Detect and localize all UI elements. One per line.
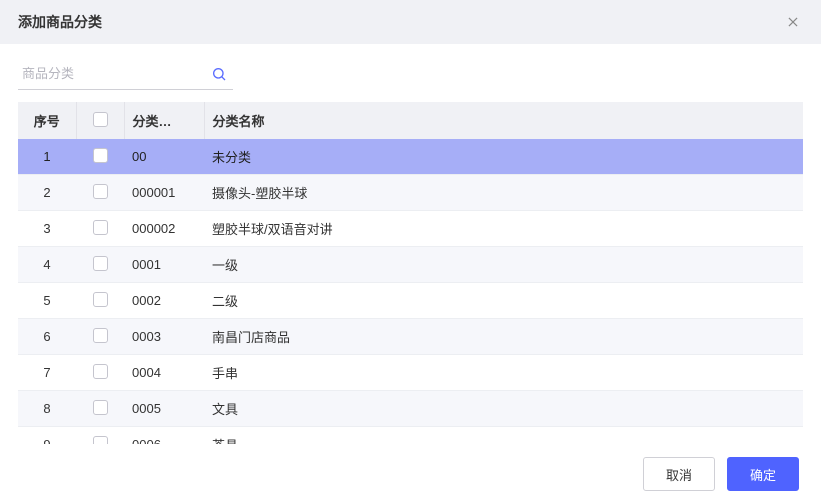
table-header-row: 序号 分类… 分类名称 (18, 102, 803, 139)
modal-body: 序号 分类… 分类名称 1 00未分类 2 000001摄像头-塑胶半球 3 000002… (0, 44, 821, 444)
cell-seq: 1 (18, 139, 76, 175)
cell-checkbox[interactable] (76, 175, 124, 211)
th-name: 分类名称 (204, 102, 803, 139)
category-table: 序号 分类… 分类名称 1 00未分类 2 000001摄像头-塑胶半球 3 000002… (18, 102, 803, 444)
modal-header: 添加商品分类 (0, 0, 821, 44)
cell-seq: 7 (18, 355, 76, 391)
checkbox-icon (93, 220, 108, 235)
checkbox-icon (93, 148, 108, 163)
cell-name: 手串 (204, 355, 803, 391)
table-row[interactable]: 7 0004手串 (18, 355, 803, 391)
table-row[interactable]: 5 0002二级 (18, 283, 803, 319)
table-row[interactable]: 4 0001一级 (18, 247, 803, 283)
cell-seq: 6 (18, 319, 76, 355)
cell-code: 0001 (124, 247, 204, 283)
cell-checkbox[interactable] (76, 355, 124, 391)
cancel-button[interactable]: 取消 (643, 457, 715, 491)
cell-checkbox[interactable] (76, 139, 124, 175)
table-row[interactable]: 9 0006茶具 (18, 427, 803, 445)
search-input[interactable] (18, 58, 233, 90)
close-button[interactable] (783, 12, 803, 32)
checkbox-icon (93, 256, 108, 271)
cell-name: 茶具 (204, 427, 803, 445)
cell-checkbox[interactable] (76, 319, 124, 355)
modal-title: 添加商品分类 (18, 12, 102, 32)
cell-seq: 5 (18, 283, 76, 319)
cell-checkbox[interactable] (76, 247, 124, 283)
checkbox-icon (93, 184, 108, 199)
cell-seq: 4 (18, 247, 76, 283)
checkbox-icon (93, 292, 108, 307)
cell-seq: 2 (18, 175, 76, 211)
cell-checkbox[interactable] (76, 283, 124, 319)
cell-name: 塑胶半球/双语音对讲 (204, 211, 803, 247)
cell-name: 一级 (204, 247, 803, 283)
table-body: 1 00未分类 2 000001摄像头-塑胶半球 3 000002塑胶半球/双语音对讲 4 0… (18, 139, 803, 444)
checkbox-icon (93, 436, 108, 445)
cell-name: 南昌门店商品 (204, 319, 803, 355)
cell-code: 000001 (124, 175, 204, 211)
cell-name: 文具 (204, 391, 803, 427)
confirm-button[interactable]: 确定 (727, 457, 799, 491)
table-scroll[interactable]: 序号 分类… 分类名称 1 00未分类 2 000001摄像头-塑胶半球 3 000002… (18, 102, 803, 444)
checkbox-icon (93, 112, 108, 127)
table-row[interactable]: 3 000002塑胶半球/双语音对讲 (18, 211, 803, 247)
cell-code: 000002 (124, 211, 204, 247)
cell-code: 0006 (124, 427, 204, 445)
search-icon[interactable] (211, 66, 227, 82)
cell-code: 0004 (124, 355, 204, 391)
cell-code: 0002 (124, 283, 204, 319)
cell-checkbox[interactable] (76, 391, 124, 427)
search-row (18, 54, 803, 94)
cell-name: 二级 (204, 283, 803, 319)
table-row[interactable]: 2 000001摄像头-塑胶半球 (18, 175, 803, 211)
th-code: 分类… (124, 102, 204, 139)
table-row[interactable]: 6 0003南昌门店商品 (18, 319, 803, 355)
cell-checkbox[interactable] (76, 427, 124, 445)
close-icon (786, 15, 800, 29)
cell-seq: 9 (18, 427, 76, 445)
cell-checkbox[interactable] (76, 211, 124, 247)
cell-seq: 3 (18, 211, 76, 247)
table-row[interactable]: 1 00未分类 (18, 139, 803, 175)
modal-footer: 取消 确定 (0, 444, 821, 504)
table-container: 序号 分类… 分类名称 1 00未分类 2 000001摄像头-塑胶半球 3 000002… (18, 102, 803, 444)
checkbox-icon (93, 328, 108, 343)
cell-code: 0005 (124, 391, 204, 427)
th-seq: 序号 (18, 102, 76, 139)
cell-code: 0003 (124, 319, 204, 355)
cell-name: 未分类 (204, 139, 803, 175)
modal: 添加商品分类 序号 分类… (0, 0, 821, 504)
cell-code: 00 (124, 139, 204, 175)
checkbox-icon (93, 364, 108, 379)
cell-name: 摄像头-塑胶半球 (204, 175, 803, 211)
cell-seq: 8 (18, 391, 76, 427)
th-checkbox[interactable] (76, 102, 124, 139)
checkbox-icon (93, 400, 108, 415)
search-wrap (18, 58, 233, 90)
table-row[interactable]: 8 0005文具 (18, 391, 803, 427)
